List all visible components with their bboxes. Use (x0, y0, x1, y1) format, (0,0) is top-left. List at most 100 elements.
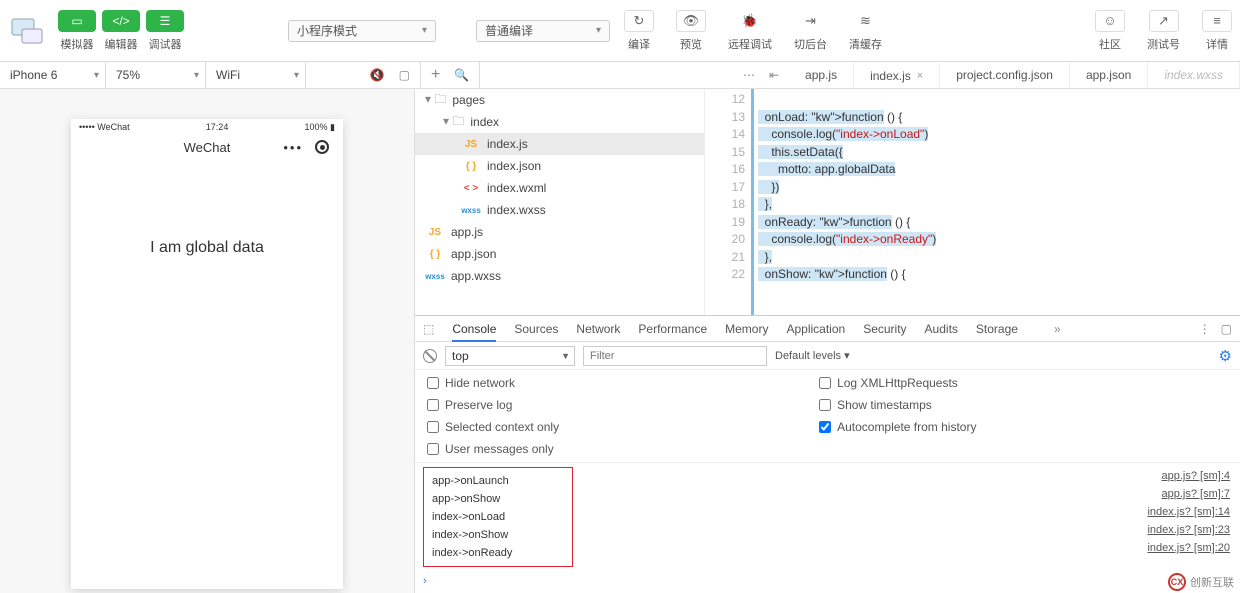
editor-button[interactable]: </> (102, 10, 140, 32)
editor-tab[interactable]: app.js (789, 62, 854, 88)
filter-input[interactable] (583, 346, 767, 366)
console-options: Hide network Preserve log Selected conte… (415, 370, 1240, 463)
phone-status-bar: ••••• WeChat 17:24 100% ▮ (71, 119, 343, 135)
detail-button[interactable]: ≡ (1202, 10, 1232, 32)
devtools-menu-icon[interactable]: ⋮ (1199, 322, 1211, 336)
tree-row[interactable]: JSapp.js (415, 221, 704, 243)
compile-select[interactable]: 普通编译▾ (476, 20, 610, 42)
log-source-link[interactable]: app.js? [sm]:4 (1147, 467, 1230, 485)
log-line: index->onShow (432, 526, 564, 544)
devtools-tab[interactable]: Console (452, 322, 496, 342)
log-source-link[interactable]: app.js? [sm]:7 (1147, 485, 1230, 503)
console-option[interactable]: Show timestamps (819, 398, 976, 412)
battery-text: 100% ▮ (305, 122, 335, 133)
devtools-tab[interactable]: Audits (925, 322, 958, 336)
log-line: app->onLaunch (432, 472, 564, 490)
editor-tab[interactable]: project.config.json (940, 62, 1070, 88)
phone-body: I am global data (71, 159, 343, 257)
gear-icon[interactable]: ⚙ (1219, 347, 1232, 365)
page-title: WeChat (184, 140, 231, 155)
log-line: app->onShow (432, 490, 564, 508)
devtools-tab[interactable]: Sources (514, 322, 558, 336)
log-source-link[interactable]: index.js? [sm]:20 (1147, 539, 1230, 557)
more-icon[interactable]: ⋯ (743, 68, 755, 82)
simulator-button[interactable]: ▭ (58, 10, 96, 32)
test-no-button[interactable]: ↗ (1149, 10, 1179, 32)
tree-row[interactable]: JSindex.js (415, 133, 704, 155)
time-text: 17:24 (206, 122, 229, 132)
ide-logo-icon (8, 11, 48, 51)
console-prompt[interactable]: › (423, 575, 427, 587)
top-toolbar: ▭模拟器 </>编辑器 ☰调试器 小程序模式▾ 普通编译▾ ↻编译 👁预览 🐞远… (0, 0, 1240, 62)
console-logs: app->onLaunchapp->onShowindex->onLoadind… (423, 467, 573, 567)
dock-icon[interactable]: ▢ (399, 68, 410, 82)
console-links: app.js? [sm]:4app.js? [sm]:7index.js? [s… (1147, 467, 1230, 557)
debugger-button[interactable]: ☰ (146, 10, 184, 32)
console-filter-bar: top▼ Default levels ▾ ⚙ (415, 342, 1240, 370)
carrier-text: ••••• WeChat (79, 122, 130, 132)
tree-row[interactable]: ▾ 🗀index (415, 111, 704, 133)
console-option[interactable]: User messages only (427, 442, 559, 456)
context-select[interactable]: top▼ (445, 346, 575, 366)
console-option[interactable]: Preserve log (427, 398, 559, 412)
tree-row[interactable]: wxssindex.wxss (415, 199, 704, 221)
console-option[interactable]: Selected context only (427, 420, 559, 434)
watermark-logo-icon: CX (1168, 573, 1186, 591)
watermark: CX 创新互联 (1168, 573, 1234, 591)
levels-select[interactable]: Default levels ▾ (775, 349, 850, 362)
sub-toolbar: iPhone 6▾ 75%▾ WiFi▾ 🔇 ▢ + 🔍 ⋯ ⇤ app.jsi… (0, 62, 1240, 89)
add-tab-icon[interactable]: + (431, 66, 440, 84)
tree-row[interactable]: ▾ 🗀pages (415, 89, 704, 111)
simulator-panel: ••••• WeChat 17:24 100% ▮ WeChat ••• I a… (0, 89, 415, 593)
devtools-tab[interactable]: Performance (638, 322, 707, 336)
log-source-link[interactable]: index.js? [sm]:23 (1147, 521, 1230, 539)
editor-tabs: app.jsindex.js×project.config.jsonapp.js… (789, 62, 1240, 88)
mute-icon[interactable]: 🔇 (370, 68, 385, 82)
devtools-dock-icon[interactable]: ▢ (1221, 322, 1232, 336)
devtools-tab[interactable]: Security (863, 322, 906, 336)
search-icon[interactable]: 🔍 (454, 68, 469, 82)
simulator-label: 模拟器 (61, 36, 94, 52)
debugger-label: 调试器 (149, 36, 182, 52)
target-icon[interactable] (315, 140, 329, 154)
console-option[interactable]: Hide network (427, 376, 559, 390)
devtools-tab[interactable]: Application (786, 322, 845, 336)
device-select[interactable]: iPhone 6▾ (0, 62, 106, 88)
phone-nav-bar: WeChat ••• (71, 135, 343, 159)
log-source-link[interactable]: index.js? [sm]:14 (1147, 503, 1230, 521)
editor-tab[interactable]: app.json (1070, 62, 1148, 88)
network-select[interactable]: WiFi▾ (206, 62, 306, 88)
remote-debug-button[interactable]: 🐞 (735, 10, 765, 32)
body-text: I am global data (150, 239, 264, 256)
tree-row[interactable]: wxssapp.wxss (415, 265, 704, 287)
compile-button[interactable]: ↻ (624, 10, 654, 32)
console-option[interactable]: Autocomplete from history (819, 420, 976, 434)
tree-row[interactable]: { }app.json (415, 243, 704, 265)
zoom-select[interactable]: 75%▾ (106, 62, 206, 88)
tree-row[interactable]: < >index.wxml (415, 177, 704, 199)
editor-tab[interactable]: index.js× (854, 62, 940, 88)
community-button[interactable]: ☺ (1095, 10, 1125, 32)
phone-frame: ••••• WeChat 17:24 100% ▮ WeChat ••• I a… (71, 119, 343, 589)
console-body: app->onLaunchapp->onShowindex->onLoadind… (415, 463, 1240, 593)
editor-label: 编辑器 (105, 36, 138, 52)
devtools-panel: ⬚ Console Sources Network Performance Memory… (415, 315, 1240, 593)
tree-row[interactable]: { }index.json (415, 155, 704, 177)
devtools-tab[interactable]: Memory (725, 322, 768, 336)
inspect-icon[interactable]: ⬚ (423, 322, 434, 336)
mode-select[interactable]: 小程序模式▾ (288, 20, 436, 42)
close-tab-icon[interactable]: × (917, 70, 923, 82)
more-tabs-icon[interactable]: » (1054, 322, 1061, 336)
devtools-tab[interactable]: Network (576, 322, 620, 336)
clear-cache-button[interactable]: ≋ (851, 10, 881, 32)
menu-dots-icon[interactable]: ••• (283, 140, 303, 155)
collapse-icon[interactable]: ⇤ (769, 68, 779, 82)
devtools-tabs: ⬚ Console Sources Network Performance Memory… (415, 316, 1240, 342)
clear-console-icon[interactable] (423, 349, 437, 363)
log-line: index->onLoad (432, 508, 564, 526)
editor-tab[interactable]: index.wxss (1148, 62, 1240, 88)
preview-button[interactable]: 👁 (676, 10, 706, 32)
devtools-tab[interactable]: Storage (976, 322, 1018, 336)
console-option[interactable]: Log XMLHttpRequests (819, 376, 976, 390)
cut-bg-button[interactable]: ⇥ (796, 10, 826, 32)
